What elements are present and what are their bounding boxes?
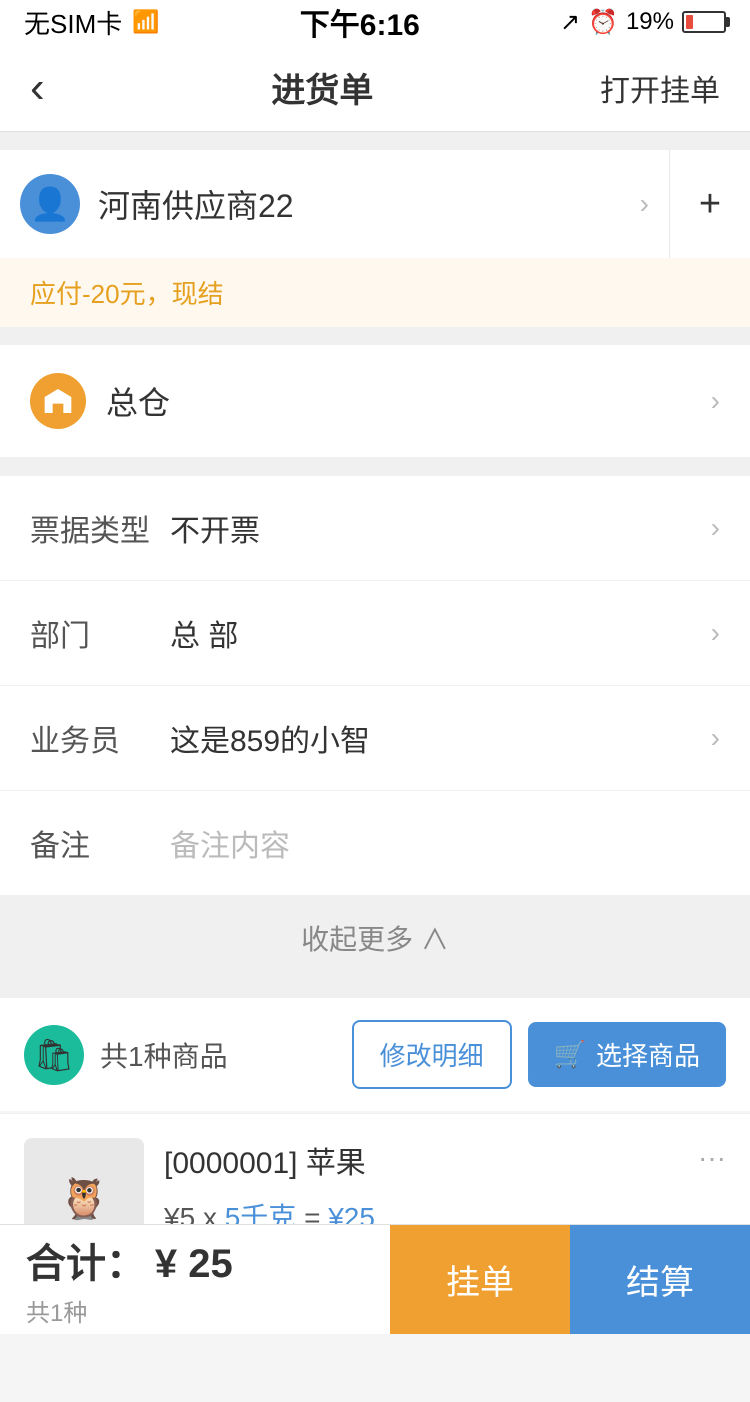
salesperson-label: 业务员	[30, 716, 170, 760]
alarm-icon: ⏰	[588, 8, 618, 37]
remark-row[interactable]: 备注 备注内容	[0, 791, 750, 896]
supplier-selector[interactable]: 👤 河南供应商22 ›	[0, 150, 670, 258]
avatar-icon: 👤	[30, 185, 70, 223]
hang-order-label: 挂单	[446, 1255, 514, 1304]
collapse-bar[interactable]: 收起更多 ∧	[0, 896, 750, 980]
department-value: 总 部	[170, 611, 711, 655]
product-header: 🛍 共1种商品 修改明细 🛒 选择商品	[0, 998, 750, 1111]
product-more-button[interactable]: ···	[698, 1138, 726, 1174]
page-title: 进货单	[271, 63, 373, 112]
product-thumb-icon: 🦉	[59, 1175, 109, 1222]
warehouse-chevron-icon: ›	[711, 385, 720, 417]
supplier-add-button[interactable]: +	[670, 150, 750, 258]
product-count: 共1种商品	[100, 1035, 336, 1075]
bottom-bar: 合计： ¥ 25 共1种 挂单 结算	[0, 1224, 750, 1334]
total-label: 合计：	[26, 1242, 146, 1286]
carrier-text: 无SIM卡	[24, 4, 122, 41]
product-name: [0000001] 苹果	[164, 1138, 698, 1182]
product-code: [0000001]	[164, 1147, 297, 1180]
department-chevron-icon: ›	[711, 617, 720, 649]
ticket-type-value: 不开票	[170, 506, 711, 550]
salesperson-row[interactable]: 业务员 这是859的小智 ›	[0, 686, 750, 791]
open-pending-button[interactable]: 打开挂单	[600, 66, 720, 110]
battery-percent: 19%	[626, 8, 674, 36]
select-product-button[interactable]: 🛒 选择商品	[528, 1022, 726, 1087]
ticket-type-chevron-icon: ›	[711, 512, 720, 544]
battery-icon	[682, 11, 726, 33]
nav-bar: ‹ 进货单 打开挂单	[0, 44, 750, 132]
remark-placeholder: 备注内容	[170, 821, 720, 865]
modify-detail-button[interactable]: 修改明细	[352, 1020, 512, 1089]
bottom-total-section: 合计： ¥ 25 共1种	[0, 1225, 390, 1334]
warehouse-row[interactable]: 总仓 ›	[0, 345, 750, 458]
total-amount: ¥ 25	[155, 1242, 233, 1286]
product-title: 苹果	[306, 1147, 366, 1180]
ticket-type-row[interactable]: 票据类型 不开票 ›	[0, 476, 750, 581]
supplier-section: 👤 河南供应商22 › +	[0, 150, 750, 258]
status-time: 下午6:16	[300, 0, 420, 44]
product-bag-icon-wrap: 🛍	[24, 1025, 84, 1085]
product-bag-icon: 🛍	[34, 1036, 75, 1074]
salesperson-value: 这是859的小智	[170, 716, 711, 760]
ticket-type-label: 票据类型	[30, 506, 170, 550]
department-row[interactable]: 部门 总 部 ›	[0, 581, 750, 686]
checkout-label: 结算	[626, 1255, 694, 1304]
checkout-button[interactable]: 结算	[570, 1225, 750, 1334]
warehouse-icon-wrap	[30, 373, 86, 429]
section-gap-3	[0, 458, 750, 476]
hang-order-button[interactable]: 挂单	[390, 1225, 570, 1334]
total-amount-display: 合计： ¥ 25	[26, 1231, 364, 1289]
status-bar: 无SIM卡 📶 下午6:16 ↗ ⏰ 19%	[0, 0, 750, 44]
product-info: [0000001] 苹果 ¥5 x 5千克 = ¥25	[164, 1138, 698, 1236]
section-gap-4	[0, 980, 750, 998]
warehouse-icon	[42, 385, 74, 417]
department-label: 部门	[30, 611, 170, 655]
select-product-label: 选择商品	[596, 1036, 700, 1073]
salesperson-chevron-icon: ›	[711, 722, 720, 754]
select-product-icon: 🛒	[554, 1039, 586, 1070]
status-right: ↗ ⏰ 19%	[560, 8, 726, 37]
supplier-avatar: 👤	[20, 174, 80, 234]
warehouse-label: 总仓	[106, 378, 711, 424]
status-left: 无SIM卡 📶	[24, 4, 160, 41]
notice-bar: 应付-20元，现结	[0, 258, 750, 327]
section-gap-2	[0, 327, 750, 345]
supplier-chevron-icon: ›	[640, 188, 649, 220]
remark-label: 备注	[30, 821, 170, 865]
location-icon: ↗	[560, 8, 580, 37]
back-button[interactable]: ‹	[30, 63, 45, 113]
total-sub-label: 共1种	[26, 1293, 364, 1328]
section-gap-1	[0, 132, 750, 150]
wifi-icon: 📶	[132, 9, 159, 35]
collapse-label: 收起更多 ∧	[301, 924, 449, 955]
notice-text: 应付-20元，现结	[30, 279, 224, 309]
add-icon: +	[699, 183, 721, 226]
supplier-name: 河南供应商22	[98, 181, 630, 227]
form-section: 票据类型 不开票 › 部门 总 部 › 业务员 这是859的小智 › 备注 备注…	[0, 476, 750, 896]
